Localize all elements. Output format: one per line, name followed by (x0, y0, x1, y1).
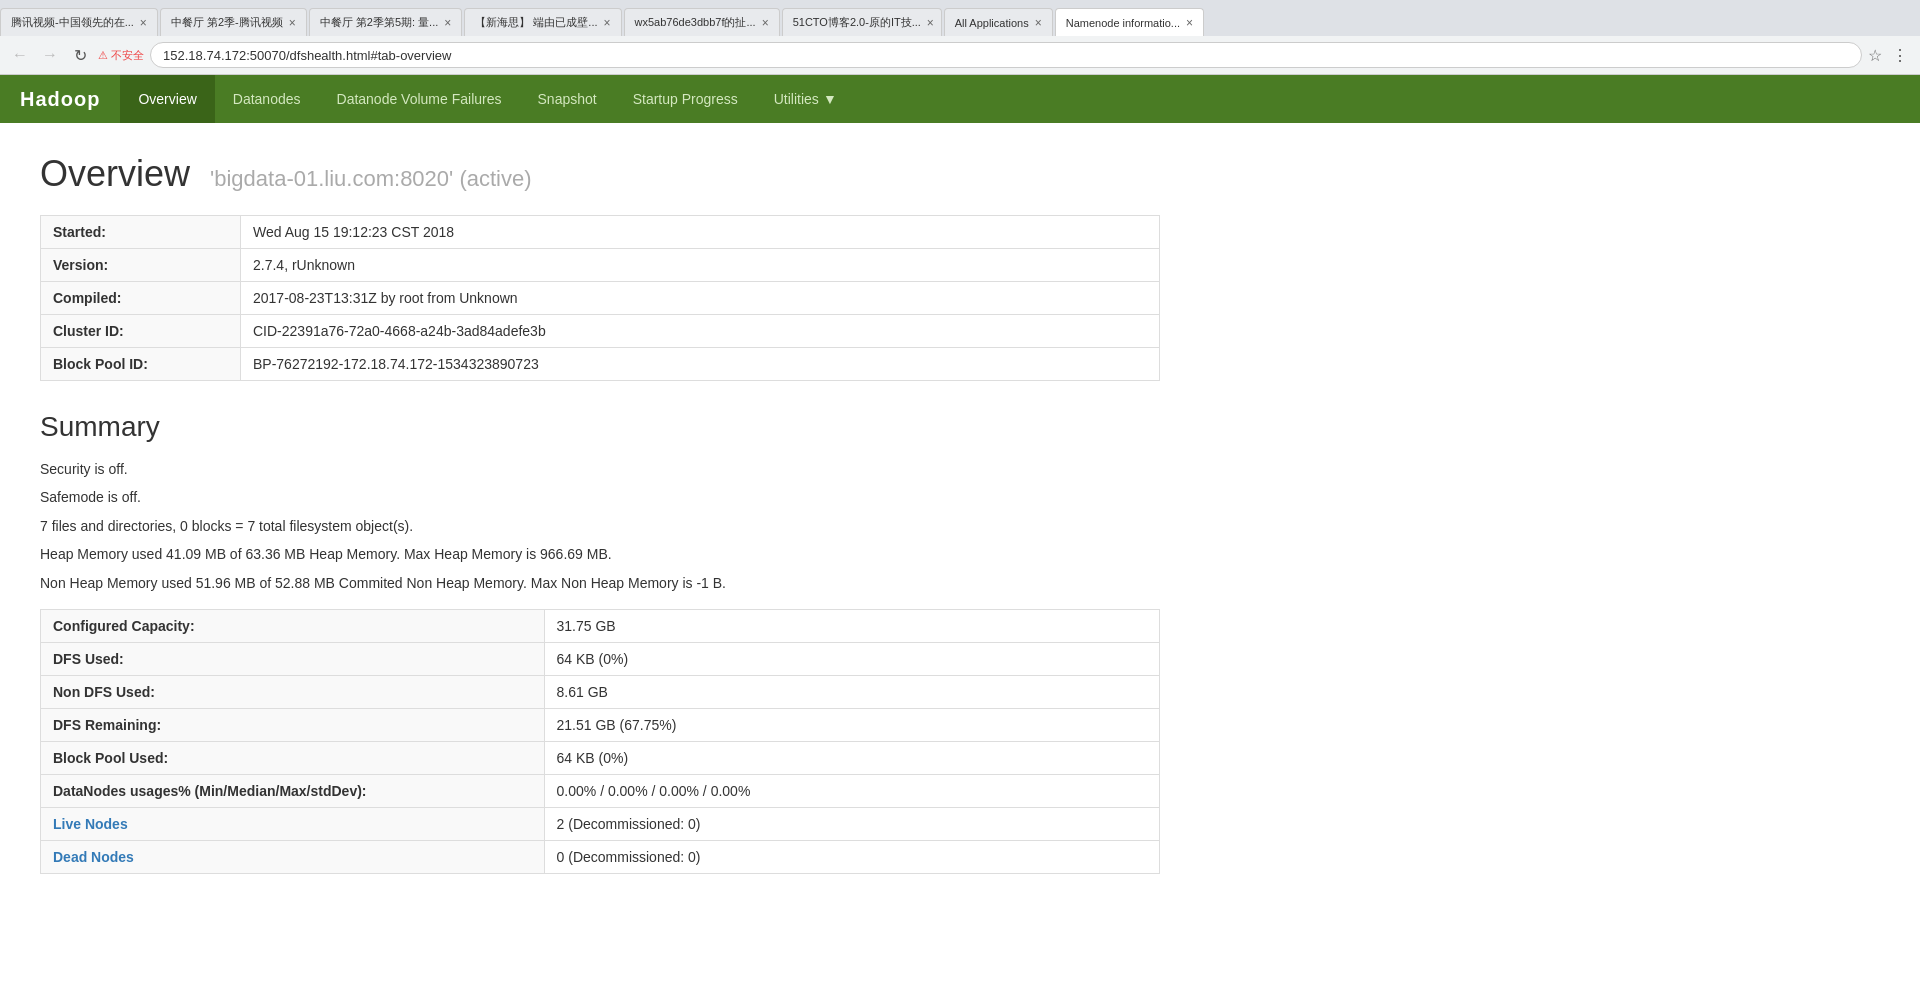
main-content: Overview 'bigdata-01.liu.com:8020' (acti… (0, 123, 1200, 904)
nav-overview[interactable]: Overview (120, 75, 214, 123)
value-dfs-used: 64 KB (0%) (544, 642, 1159, 675)
value-version: 2.7.4, rUnknown (241, 249, 1160, 282)
label-dead-nodes: Dead Nodes (41, 840, 545, 873)
value-cluster-id: CID-22391a76-72a0-4668-a24b-3ad84adefe3b (241, 315, 1160, 348)
table-row: Configured Capacity: 31.75 GB (41, 609, 1160, 642)
tab-1[interactable]: 腾讯视频-中国领先的在... × (0, 8, 158, 36)
chevron-down-icon: ▼ (823, 91, 837, 107)
table-row: Block Pool Used: 64 KB (0%) (41, 741, 1160, 774)
summary-line-0: Security is off. (40, 458, 1160, 480)
table-row: Compiled: 2017-08-23T13:31Z by root from… (41, 282, 1160, 315)
summary-line-3: Heap Memory used 41.09 MB of 63.36 MB He… (40, 543, 1160, 565)
summary-line-2: 7 files and directories, 0 blocks = 7 to… (40, 515, 1160, 537)
tab-label-6: 51CTO博客2.0-原的IT技... (793, 15, 921, 30)
summary-section: Summary Security is off. Safemode is off… (40, 411, 1160, 874)
value-configured-capacity: 31.75 GB (544, 609, 1159, 642)
tab-6[interactable]: 51CTO博客2.0-原的IT技... × (782, 8, 942, 36)
nav-datanodes[interactable]: Datanodes (215, 75, 319, 123)
tab-label-3: 中餐厅 第2季第5期: 量... (320, 15, 439, 30)
tab-5[interactable]: wx5ab76de3dbb7f的扯... × (624, 8, 780, 36)
table-row: Non DFS Used: 8.61 GB (41, 675, 1160, 708)
table-row: Started: Wed Aug 15 19:12:23 CST 2018 (41, 216, 1160, 249)
label-datanodes-usages: DataNodes usages% (Min/Median/Max/stdDev… (41, 774, 545, 807)
summary-title: Summary (40, 411, 1160, 443)
value-block-pool-used: 64 KB (0%) (544, 741, 1159, 774)
tab-close-8[interactable]: × (1186, 16, 1193, 30)
security-warning: ⚠ 不安全 (98, 48, 144, 63)
tab-label-2: 中餐厅 第2季-腾讯视频 (171, 15, 283, 30)
label-non-dfs-used: Non DFS Used: (41, 675, 545, 708)
table-row: Cluster ID: CID-22391a76-72a0-4668-a24b-… (41, 315, 1160, 348)
tab-close-3[interactable]: × (444, 16, 451, 30)
nav-utilities[interactable]: Utilities ▼ (756, 75, 855, 123)
value-dead-nodes: 0 (Decommissioned: 0) (544, 840, 1159, 873)
label-compiled: Compiled: (41, 282, 241, 315)
label-block-pool-used: Block Pool Used: (41, 741, 545, 774)
tab-2[interactable]: 中餐厅 第2季-腾讯视频 × (160, 8, 307, 36)
table-row: Version: 2.7.4, rUnknown (41, 249, 1160, 282)
tab-label-8: Namenode informatio... (1066, 17, 1180, 29)
tab-close-4[interactable]: × (604, 16, 611, 30)
value-live-nodes: 2 (Decommissioned: 0) (544, 807, 1159, 840)
label-configured-capacity: Configured Capacity: (41, 609, 545, 642)
page-title: Overview 'bigdata-01.liu.com:8020' (acti… (40, 153, 1160, 195)
back-button[interactable]: ← (8, 43, 32, 67)
tab-7[interactable]: All Applications × (944, 8, 1053, 36)
tab-close-1[interactable]: × (140, 16, 147, 30)
table-row: DFS Remaining: 21.51 GB (67.75%) (41, 708, 1160, 741)
table-row: Live Nodes 2 (Decommissioned: 0) (41, 807, 1160, 840)
nav-startup-progress[interactable]: Startup Progress (615, 75, 756, 123)
label-dfs-remaining: DFS Remaining: (41, 708, 545, 741)
table-row: Dead Nodes 0 (Decommissioned: 0) (41, 840, 1160, 873)
table-row: DFS Used: 64 KB (0%) (41, 642, 1160, 675)
tab-label-4: 【新海思】 端由已成壁... (475, 15, 597, 30)
tab-3[interactable]: 中餐厅 第2季第5期: 量... × (309, 8, 463, 36)
value-compiled: 2017-08-23T13:31Z by root from Unknown (241, 282, 1160, 315)
label-dfs-used: DFS Used: (41, 642, 545, 675)
tab-label-5: wx5ab76de3dbb7f的扯... (635, 15, 756, 30)
reload-button[interactable]: ↻ (68, 43, 92, 67)
address-bar-row: ← → ↻ ⚠ 不安全 ☆ ⋮ (0, 36, 1920, 74)
table-row: DataNodes usages% (Min/Median/Max/stdDev… (41, 774, 1160, 807)
value-started: Wed Aug 15 19:12:23 CST 2018 (241, 216, 1160, 249)
nav-datanode-volume-failures[interactable]: Datanode Volume Failures (319, 75, 520, 123)
menu-button[interactable]: ⋮ (1888, 43, 1912, 67)
tab-close-7[interactable]: × (1035, 16, 1042, 30)
value-datanodes-usages: 0.00% / 0.00% / 0.00% / 0.00% (544, 774, 1159, 807)
tab-close-2[interactable]: × (289, 16, 296, 30)
value-block-pool-id: BP-76272192-172.18.74.172-1534323890723 (241, 348, 1160, 381)
dead-nodes-link[interactable]: Dead Nodes (53, 849, 134, 865)
table-row: Block Pool ID: BP-76272192-172.18.74.172… (41, 348, 1160, 381)
overview-section: Overview 'bigdata-01.liu.com:8020' (acti… (40, 153, 1160, 381)
value-dfs-remaining: 21.51 GB (67.75%) (544, 708, 1159, 741)
label-block-pool-id: Block Pool ID: (41, 348, 241, 381)
label-version: Version: (41, 249, 241, 282)
tab-close-5[interactable]: × (762, 16, 769, 30)
navbar-nav: Overview Datanodes Datanode Volume Failu… (120, 75, 854, 123)
summary-line-1: Safemode is off. (40, 486, 1160, 508)
label-live-nodes: Live Nodes (41, 807, 545, 840)
navbar: Hadoop Overview Datanodes Datanode Volum… (0, 75, 1920, 123)
label-cluster-id: Cluster ID: (41, 315, 241, 348)
bookmark-button[interactable]: ☆ (1868, 46, 1882, 65)
forward-button[interactable]: → (38, 43, 62, 67)
tab-close-6[interactable]: × (927, 16, 934, 30)
tab-8[interactable]: Namenode informatio... × (1055, 8, 1204, 36)
nav-snapshot[interactable]: Snapshot (520, 75, 615, 123)
address-input[interactable] (150, 42, 1862, 68)
tab-label-1: 腾讯视频-中国领先的在... (11, 15, 134, 30)
tab-4[interactable]: 【新海思】 端由已成壁... × (464, 8, 621, 36)
navbar-brand: Hadoop (0, 88, 120, 111)
tab-bar: 腾讯视频-中国领先的在... × 中餐厅 第2季-腾讯视频 × 中餐厅 第2季第… (0, 0, 1920, 36)
value-non-dfs-used: 8.61 GB (544, 675, 1159, 708)
summary-line-4: Non Heap Memory used 51.96 MB of 52.88 M… (40, 572, 1160, 594)
live-nodes-link[interactable]: Live Nodes (53, 816, 128, 832)
summary-table: Configured Capacity: 31.75 GB DFS Used: … (40, 609, 1160, 874)
browser-chrome: 腾讯视频-中国领先的在... × 中餐厅 第2季-腾讯视频 × 中餐厅 第2季第… (0, 0, 1920, 75)
tab-label-7: All Applications (955, 17, 1029, 29)
info-table: Started: Wed Aug 15 19:12:23 CST 2018 Ve… (40, 215, 1160, 381)
label-started: Started: (41, 216, 241, 249)
page-title-sub: 'bigdata-01.liu.com:8020' (active) (210, 166, 531, 191)
